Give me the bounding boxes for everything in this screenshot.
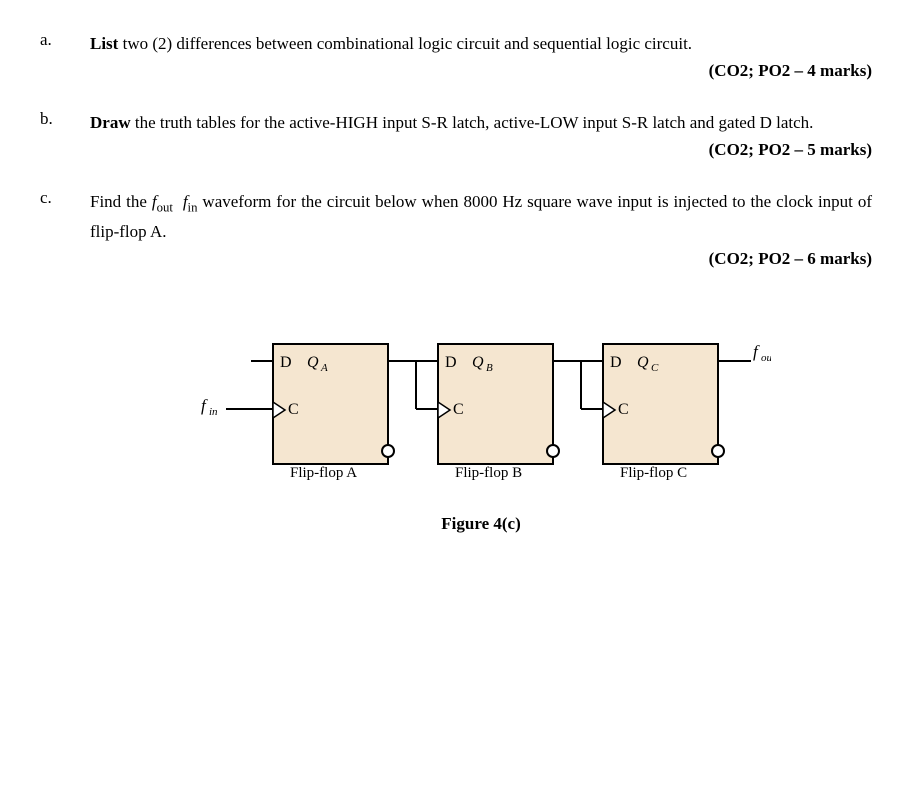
question-b-label: b. — [40, 109, 90, 160]
ff-c-q-label: Q — [637, 354, 649, 371]
ff-a-c-label: C — [288, 401, 299, 418]
diagram-section: f in D Q A — [90, 289, 872, 534]
question-b-marks: (CO2; PO2 – 5 marks) — [90, 140, 872, 160]
ff-b-d-label: D — [445, 354, 457, 371]
question-a-bold: List — [90, 34, 118, 53]
question-c: c. Find the fout fin waveform for the ci… — [40, 188, 872, 534]
fout-sub-svg: out — [761, 352, 771, 364]
question-c-label: c. — [40, 188, 90, 534]
fout-sub: out — [157, 201, 173, 215]
ff-c-d-label: D — [610, 354, 622, 371]
ff-c-out-circle — [712, 445, 724, 457]
question-b-content: Draw the truth tables for the active-HIG… — [90, 109, 872, 160]
question-c-marks: (CO2; PO2 – 6 marks) — [90, 249, 872, 269]
fin-sub: in — [188, 201, 198, 215]
ff-a-out-circle — [382, 445, 394, 457]
question-a-normal: two (2) differences between combinationa… — [118, 34, 692, 53]
fin-sub-label: in — [209, 406, 218, 418]
ff-b-q-label: Q — [472, 354, 484, 371]
circuit-diagram: f in D Q A — [191, 299, 771, 504]
ff-b-name: Flip-flop B — [455, 465, 522, 481]
ff-b-qb-sub: B — [486, 362, 493, 374]
question-c-content: Find the fout fin waveform for the circu… — [90, 188, 872, 534]
question-b-normal: the truth tables for the active-HIGH inp… — [131, 113, 814, 132]
question-b-text: Draw the truth tables for the active-HIG… — [90, 109, 872, 136]
question-a-content: List two (2) differences between combina… — [90, 30, 872, 81]
ff-a-name: Flip-flop A — [290, 465, 357, 481]
ff-b-out-circle — [547, 445, 559, 457]
ff-c-c-label: C — [618, 401, 629, 418]
question-a: a. List two (2) differences between comb… — [40, 30, 872, 81]
question-b: b. Draw the truth tables for the active-… — [40, 109, 872, 160]
ff-b-c-label: C — [453, 401, 464, 418]
question-b-bold: Draw — [90, 113, 131, 132]
figure-caption: Figure 4(c) — [441, 514, 520, 534]
fin-label: f — [201, 396, 208, 415]
question-a-label: a. — [40, 30, 90, 81]
ff-c-name: Flip-flop C — [620, 465, 687, 481]
ff-a-q-label: Q — [307, 354, 319, 371]
question-a-marks: (CO2; PO2 – 4 marks) — [90, 61, 872, 81]
fout-label-svg: f — [753, 342, 760, 361]
ff-c-qc-sub: C — [651, 362, 659, 374]
ff-a-d-label: D — [280, 354, 292, 371]
question-c-text: Find the fout fin waveform for the circu… — [90, 188, 872, 245]
circuit-svg: f in D Q A — [191, 299, 771, 499]
ff-a-qa-sub: A — [320, 362, 328, 374]
question-a-text: List two (2) differences between combina… — [90, 30, 872, 57]
